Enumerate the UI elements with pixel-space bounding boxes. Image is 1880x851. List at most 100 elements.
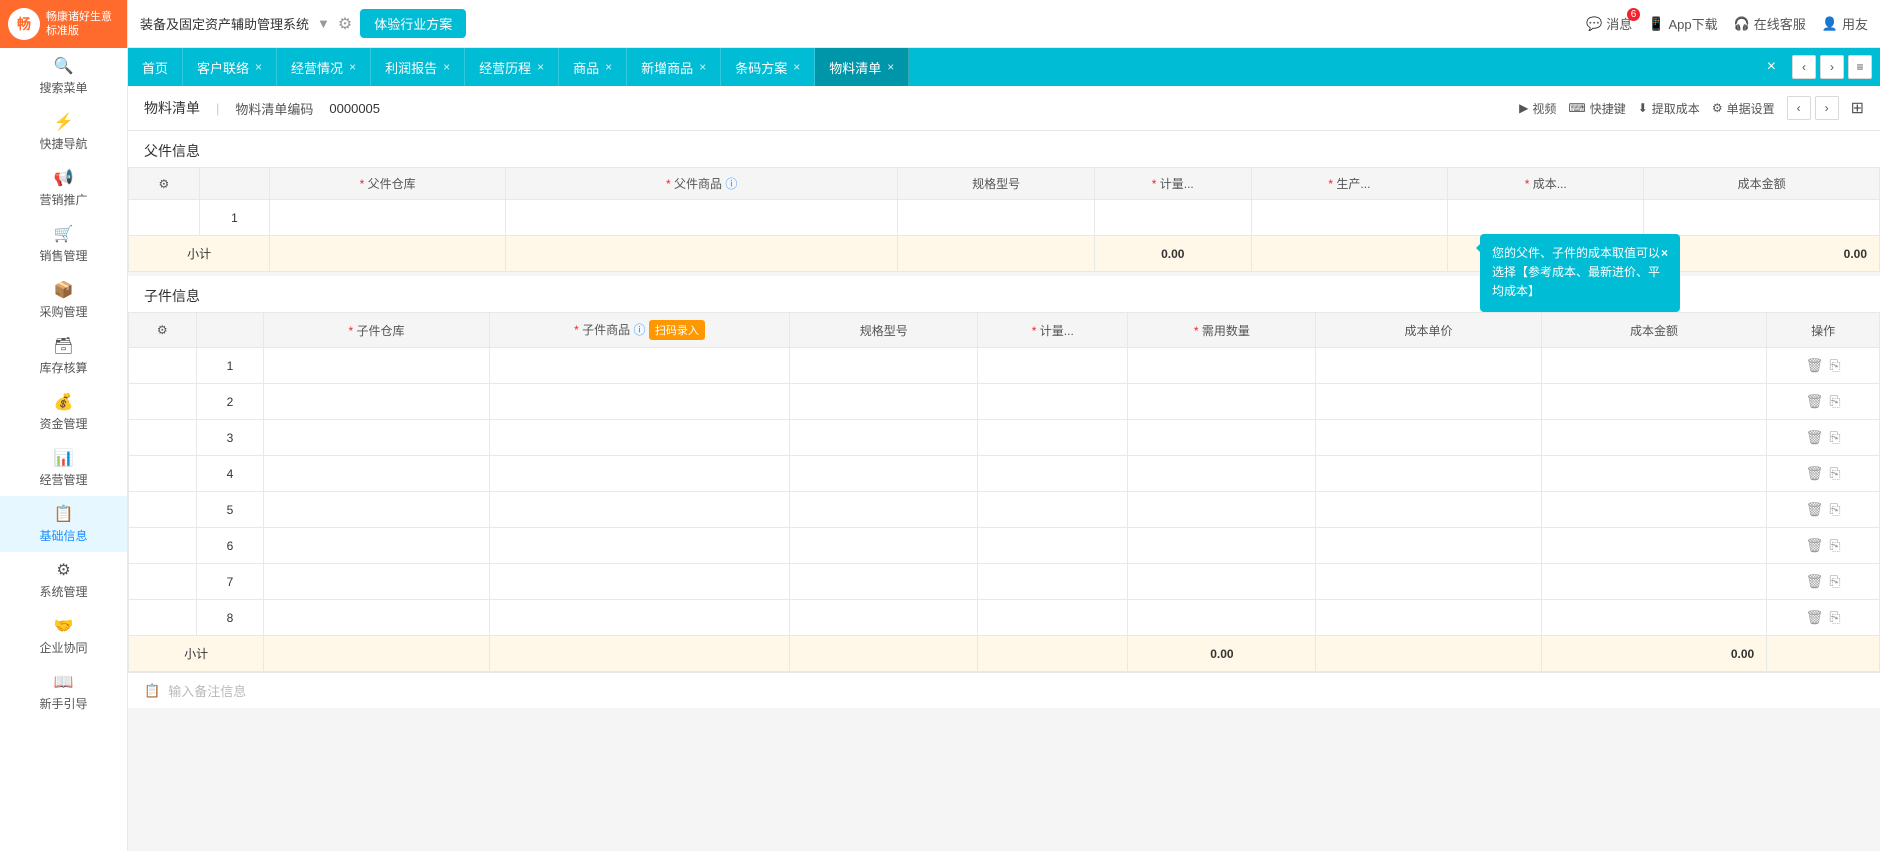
- copy-icon[interactable]: ⎘: [1829, 573, 1840, 590]
- app-download-item[interactable]: 📱 App下载: [1648, 14, 1717, 33]
- child-row-warehouse[interactable]: [264, 348, 489, 384]
- child-row-unit[interactable]: [978, 492, 1128, 528]
- child-row-warehouse[interactable]: [264, 492, 489, 528]
- tab-goods[interactable]: 商品 ×: [559, 48, 627, 86]
- toolbar-extract-cost[interactable]: ⬇ 提取成本: [1638, 100, 1700, 117]
- toolbar-single-settings[interactable]: ⚙ 单据设置: [1712, 100, 1775, 117]
- child-row-spec[interactable]: [790, 348, 978, 384]
- child-row-unit[interactable]: [978, 384, 1128, 420]
- page-next-arrow[interactable]: ›: [1815, 96, 1839, 120]
- child-row-product[interactable]: [489, 348, 790, 384]
- child-row-qty[interactable]: [1128, 384, 1316, 420]
- delete-icon[interactable]: 🗑: [1806, 393, 1824, 410]
- tab-new-goods[interactable]: 新增商品 ×: [627, 48, 721, 86]
- settings-topbar-icon[interactable]: ⚙: [338, 14, 352, 34]
- child-row-warehouse[interactable]: [264, 600, 489, 636]
- sidebar-item-system[interactable]: ⚙ 系统管理: [0, 552, 127, 608]
- copy-icon[interactable]: ⎘: [1829, 609, 1840, 626]
- child-row-spec[interactable]: [790, 492, 978, 528]
- scan-button[interactable]: 扫码录入: [649, 320, 705, 340]
- child-row-spec[interactable]: [790, 420, 978, 456]
- child-row-unitcost[interactable]: [1316, 384, 1541, 420]
- child-row-unit[interactable]: [978, 528, 1128, 564]
- page-prev-arrow[interactable]: ‹: [1787, 96, 1811, 120]
- parent-row-cost[interactable]: [1448, 200, 1644, 236]
- tab-close-customer[interactable]: ×: [255, 60, 262, 74]
- tab-close-operation-status[interactable]: ×: [349, 60, 356, 74]
- tab-menu-arrow[interactable]: ≡: [1848, 55, 1872, 79]
- child-row-spec[interactable]: [790, 456, 978, 492]
- user-item[interactable]: 👤 用友: [1822, 14, 1868, 33]
- child-row-unitcost[interactable]: [1316, 492, 1541, 528]
- copy-icon[interactable]: ⎘: [1829, 357, 1840, 374]
- tab-close-operation-history[interactable]: ×: [537, 60, 544, 74]
- parent-row-spec[interactable]: [898, 200, 1094, 236]
- child-row-unitcost[interactable]: [1316, 528, 1541, 564]
- tab-close-profit-report[interactable]: ×: [443, 60, 450, 74]
- delete-icon[interactable]: 🗑: [1806, 609, 1824, 626]
- child-row-product[interactable]: [489, 384, 790, 420]
- sidebar-item-quick-nav[interactable]: ⚡ 快捷导航: [0, 104, 127, 160]
- child-row-spec[interactable]: [790, 564, 978, 600]
- sidebar-item-finance[interactable]: 💰 资金管理: [0, 384, 127, 440]
- tab-close-goods[interactable]: ×: [605, 60, 612, 74]
- toolbar-view[interactable]: ▶ 视频: [1519, 100, 1556, 117]
- sidebar-item-sales[interactable]: 🛒 销售管理: [0, 216, 127, 272]
- toolbar-shortcut[interactable]: ⌨ 快捷键: [1568, 100, 1625, 117]
- child-row-product[interactable]: [489, 564, 790, 600]
- child-row-qty[interactable]: [1128, 492, 1316, 528]
- tab-next-arrow[interactable]: ›: [1820, 55, 1844, 79]
- child-row-product[interactable]: [489, 420, 790, 456]
- child-row-unitcost[interactable]: [1316, 564, 1541, 600]
- child-row-qty[interactable]: [1128, 564, 1316, 600]
- tab-profit-report[interactable]: 利润报告 ×: [371, 48, 465, 86]
- delete-icon[interactable]: 🗑: [1806, 429, 1824, 446]
- child-row-product[interactable]: [489, 528, 790, 564]
- child-row-warehouse[interactable]: [264, 528, 489, 564]
- child-row-unitcost[interactable]: [1316, 348, 1541, 384]
- delete-icon[interactable]: 🗑: [1806, 537, 1824, 554]
- child-row-unit[interactable]: [978, 348, 1128, 384]
- copy-icon[interactable]: ⎘: [1829, 465, 1840, 482]
- child-row-qty[interactable]: [1128, 348, 1316, 384]
- child-row-product[interactable]: [489, 600, 790, 636]
- delete-icon[interactable]: 🗑: [1806, 357, 1824, 374]
- tooltip-close-button[interactable]: ×: [1661, 244, 1668, 263]
- child-row-unitcost[interactable]: [1316, 420, 1541, 456]
- tab-close-bom[interactable]: ×: [887, 60, 894, 74]
- message-item[interactable]: 💬 消息 6: [1586, 14, 1632, 33]
- grid-view-icon[interactable]: ⊞: [1851, 98, 1864, 118]
- sidebar-item-search[interactable]: 🔍 搜索菜单: [0, 48, 127, 104]
- copy-icon[interactable]: ⎘: [1829, 501, 1840, 518]
- sidebar-item-operation[interactable]: 📊 经营管理: [0, 440, 127, 496]
- delete-icon[interactable]: 🗑: [1806, 465, 1824, 482]
- delete-icon[interactable]: 🗑: [1806, 501, 1824, 518]
- sidebar-item-purchase[interactable]: 📦 采购管理: [0, 272, 127, 328]
- tab-home[interactable]: 首页: [128, 48, 183, 86]
- trial-button[interactable]: 体验行业方案: [360, 9, 466, 38]
- sidebar-item-guide[interactable]: 📖 新手引导: [0, 664, 127, 720]
- child-row-product[interactable]: [489, 456, 790, 492]
- tab-close-barcode[interactable]: ×: [793, 60, 800, 74]
- child-row-warehouse[interactable]: [264, 384, 489, 420]
- tab-operation-status[interactable]: 经营情况 ×: [277, 48, 371, 86]
- tab-prev-arrow[interactable]: ‹: [1792, 55, 1816, 79]
- sidebar-item-marketing[interactable]: 📢 营销推广: [0, 160, 127, 216]
- child-row-unitcost[interactable]: [1316, 600, 1541, 636]
- tab-bom[interactable]: 物料清单 ×: [815, 48, 909, 86]
- tab-close-new-goods[interactable]: ×: [699, 60, 706, 74]
- tab-customer[interactable]: 客户联络 ×: [183, 48, 277, 86]
- copy-icon[interactable]: ⎘: [1829, 429, 1840, 446]
- child-row-unit[interactable]: [978, 420, 1128, 456]
- child-row-unit[interactable]: [978, 564, 1128, 600]
- child-row-unit[interactable]: [978, 456, 1128, 492]
- sidebar-item-enterprise[interactable]: 🤝 企业协同: [0, 608, 127, 664]
- online-service-item[interactable]: 🎧 在线客服: [1734, 14, 1806, 33]
- global-close-button[interactable]: ×: [1755, 58, 1788, 76]
- copy-icon[interactable]: ⎘: [1829, 537, 1840, 554]
- child-row-warehouse[interactable]: [264, 456, 489, 492]
- note-placeholder[interactable]: 输入备注信息: [168, 681, 246, 700]
- parent-row-warehouse[interactable]: [270, 200, 506, 236]
- copy-icon[interactable]: ⎘: [1829, 393, 1840, 410]
- child-row-qty[interactable]: [1128, 600, 1316, 636]
